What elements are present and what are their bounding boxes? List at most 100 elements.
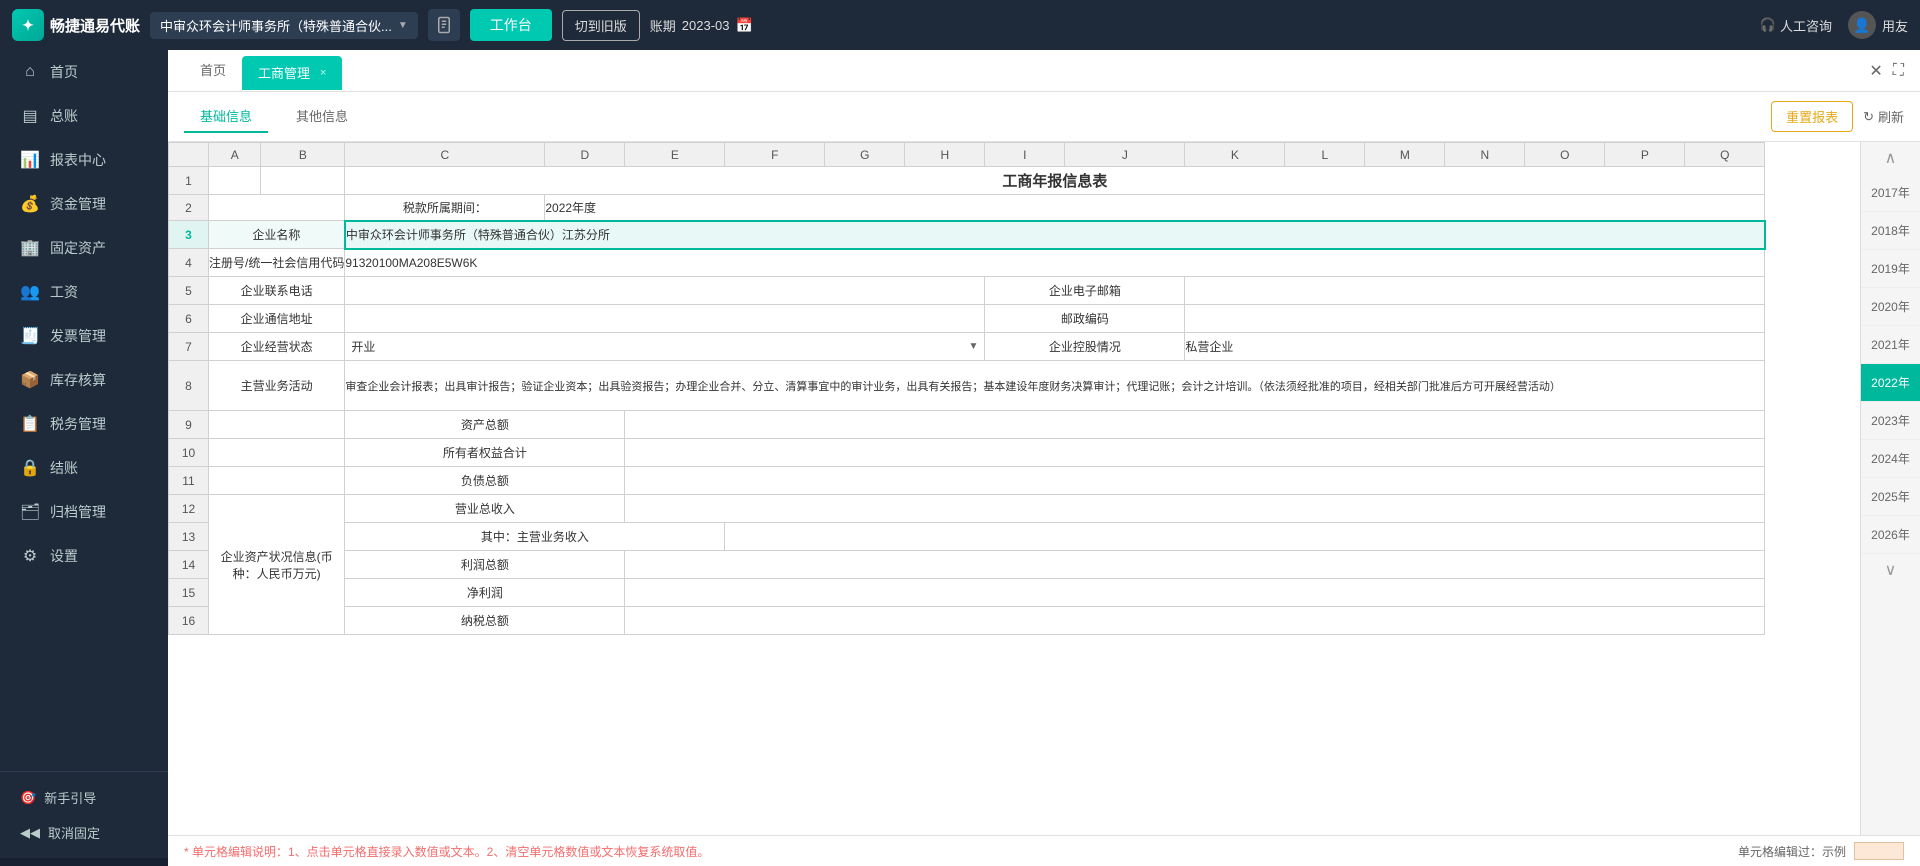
year-2026[interactable]: 2026年 bbox=[1861, 516, 1920, 554]
old-version-button[interactable]: 切到旧版 bbox=[562, 10, 640, 41]
cell-12-value[interactable] bbox=[625, 495, 1765, 523]
col-header-h[interactable]: H bbox=[905, 143, 985, 167]
new-guide-button[interactable]: 🎯 新手引导 bbox=[0, 780, 168, 815]
col-header-f[interactable]: F bbox=[725, 143, 825, 167]
year-2019[interactable]: 2019年 bbox=[1861, 250, 1920, 288]
year-2021[interactable]: 2021年 bbox=[1861, 326, 1920, 364]
col-header-o[interactable]: O bbox=[1525, 143, 1605, 167]
refresh-button[interactable]: ↻ 刷新 bbox=[1863, 107, 1904, 126]
col-header-g[interactable]: G bbox=[825, 143, 905, 167]
cell-7-status[interactable]: 开业 ▼ bbox=[345, 333, 985, 361]
tab-home[interactable]: 首页 bbox=[184, 50, 242, 91]
cell-15-value[interactable] bbox=[625, 579, 1765, 607]
sidebar-item-finance[interactable]: 💰 资金管理 bbox=[0, 182, 168, 226]
year-2017[interactable]: 2017年 bbox=[1861, 174, 1920, 212]
row-num-3: 3 bbox=[169, 221, 209, 249]
edited-label: 单元格编辑过：示例 bbox=[1738, 843, 1846, 860]
col-header-q[interactable]: Q bbox=[1685, 143, 1765, 167]
col-header-e[interactable]: E bbox=[625, 143, 725, 167]
cell-8-value[interactable]: 审查企业会计报表；出具审计报告；验证企业资本；出具验资报告；办理企业合并、分立、… bbox=[345, 361, 1765, 411]
guide-icon: 🎯 bbox=[20, 790, 36, 806]
col-header-i[interactable]: I bbox=[985, 143, 1065, 167]
company-selector[interactable]: 中审众环会计师事务所（特殊普通合伙... ▼ bbox=[150, 12, 418, 39]
service-button[interactable]: 🎧 人工咨询 bbox=[1760, 16, 1832, 35]
col-header-l[interactable]: L bbox=[1285, 143, 1365, 167]
inventory-icon: 📦 bbox=[20, 370, 40, 390]
cell-5-email[interactable] bbox=[1185, 277, 1765, 305]
cell-3-value[interactable]: 中审众环会计师事务所（特殊普通合伙）江苏分所 bbox=[345, 221, 1765, 249]
col-header-b[interactable]: B bbox=[261, 143, 345, 167]
col-header-n[interactable]: N bbox=[1445, 143, 1525, 167]
unpin-button[interactable]: ◀◀ 取消固定 bbox=[0, 815, 168, 850]
tab-active[interactable]: 工商管理 × bbox=[242, 56, 342, 90]
sidebar-item-salary[interactable]: 👥 工资 bbox=[0, 270, 168, 314]
sidebar-item-inventory[interactable]: 📦 库存核算 bbox=[0, 358, 168, 402]
table-row: 2 税款所属期间： 2022年度 bbox=[169, 195, 1765, 221]
bottom-right: 单元格编辑过：示例 bbox=[1738, 842, 1904, 860]
sidebar-item-close[interactable]: 🔒 结账 bbox=[0, 446, 168, 490]
sidebar-item-invoice[interactable]: 🧾 发票管理 bbox=[0, 314, 168, 358]
col-header-p[interactable]: P bbox=[1605, 143, 1685, 167]
table-row: 1 工商年报信息表 bbox=[169, 167, 1765, 195]
user-info[interactable]: 👤 用友 bbox=[1848, 11, 1908, 39]
table-row: 14 利润总额 bbox=[169, 551, 1765, 579]
cell-11-empty bbox=[209, 467, 345, 495]
cell-16-label: 纳税总额 bbox=[345, 607, 625, 635]
col-header-m[interactable]: M bbox=[1365, 143, 1445, 167]
col-header-a[interactable]: A bbox=[209, 143, 261, 167]
cell-2-period-value[interactable]: 2022年度 bbox=[545, 195, 1765, 221]
sidebar-item-archive[interactable]: 🗂 归档管理 bbox=[0, 490, 168, 534]
cell-12-group-label: 企业资产状况信息(币种：人民币万元) bbox=[209, 495, 345, 635]
cell-6-postal[interactable] bbox=[1185, 305, 1765, 333]
cell-6-address[interactable] bbox=[345, 305, 985, 333]
cell-16-value[interactable] bbox=[625, 607, 1765, 635]
year-2018[interactable]: 2018年 bbox=[1861, 212, 1920, 250]
year-2022[interactable]: 2022年 bbox=[1861, 364, 1920, 402]
logo-text: 畅捷通易代账 bbox=[50, 15, 140, 36]
sub-tab-basic[interactable]: 基础信息 bbox=[184, 100, 268, 133]
sample-cell bbox=[1854, 842, 1904, 860]
row-num-15: 15 bbox=[169, 579, 209, 607]
restore-button[interactable]: ⛶ bbox=[1893, 61, 1904, 81]
year-2025[interactable]: 2025年 bbox=[1861, 478, 1920, 516]
year-nav-down[interactable]: ∨ bbox=[1861, 554, 1920, 586]
cell-10-value[interactable] bbox=[625, 439, 1765, 467]
settings-icon: ⚙ bbox=[20, 546, 40, 566]
cell-4-value[interactable]: 91320100MA208E5W6K bbox=[345, 249, 1765, 277]
cell-11-value[interactable] bbox=[625, 467, 1765, 495]
year-nav-up[interactable]: ∧ bbox=[1861, 142, 1920, 174]
cell-14-value[interactable] bbox=[625, 551, 1765, 579]
sidebar-item-reports[interactable]: 📊 报表中心 bbox=[0, 138, 168, 182]
spreadsheet-container[interactable]: A B C D E F G H I J bbox=[168, 142, 1860, 835]
cell-11-label: 负债总额 bbox=[345, 467, 625, 495]
table-row: 11 负债总额 bbox=[169, 467, 1765, 495]
year-2024[interactable]: 2024年 bbox=[1861, 440, 1920, 478]
year-2020[interactable]: 2020年 bbox=[1861, 288, 1920, 326]
sidebar-item-tax[interactable]: 📋 税务管理 bbox=[0, 402, 168, 446]
col-header-c[interactable]: C bbox=[345, 143, 545, 167]
calendar-icon[interactable]: 📅 bbox=[736, 17, 753, 34]
close-tab-button[interactable]: ✕ bbox=[1869, 61, 1882, 81]
ledger-icon: ▤ bbox=[20, 106, 40, 126]
cell-5-phone[interactable] bbox=[345, 277, 985, 305]
col-header-d[interactable]: D bbox=[545, 143, 625, 167]
cell-14-label: 利润总额 bbox=[345, 551, 625, 579]
col-header-j[interactable]: J bbox=[1065, 143, 1185, 167]
tab-close-icon[interactable]: × bbox=[320, 67, 326, 79]
reset-button[interactable]: 重置报表 bbox=[1771, 101, 1853, 132]
col-header-k[interactable]: K bbox=[1185, 143, 1285, 167]
cell-7-control-value[interactable]: 私营企业 bbox=[1185, 333, 1765, 361]
year-2023[interactable]: 2023年 bbox=[1861, 402, 1920, 440]
sidebar-item-assets[interactable]: 🏢 固定资产 bbox=[0, 226, 168, 270]
sidebar-item-ledger[interactable]: ▤ 总账 bbox=[0, 94, 168, 138]
doc-icon[interactable] bbox=[428, 9, 460, 41]
sub-tab-other[interactable]: 其他信息 bbox=[280, 100, 364, 133]
cell-9-value[interactable] bbox=[625, 411, 1765, 439]
sidebar-bottom: 🎯 新手引导 ◀◀ 取消固定 bbox=[0, 771, 168, 858]
sidebar-item-settings[interactable]: ⚙ 设置 bbox=[0, 534, 168, 578]
sidebar-label-salary: 工资 bbox=[50, 282, 78, 302]
cell-13-value[interactable] bbox=[725, 523, 1765, 551]
table-row: 13 其中：主营业务收入 bbox=[169, 523, 1765, 551]
sidebar-item-home[interactable]: ⌂ 首页 bbox=[0, 50, 168, 94]
workbench-button[interactable]: 工作台 bbox=[470, 9, 552, 41]
